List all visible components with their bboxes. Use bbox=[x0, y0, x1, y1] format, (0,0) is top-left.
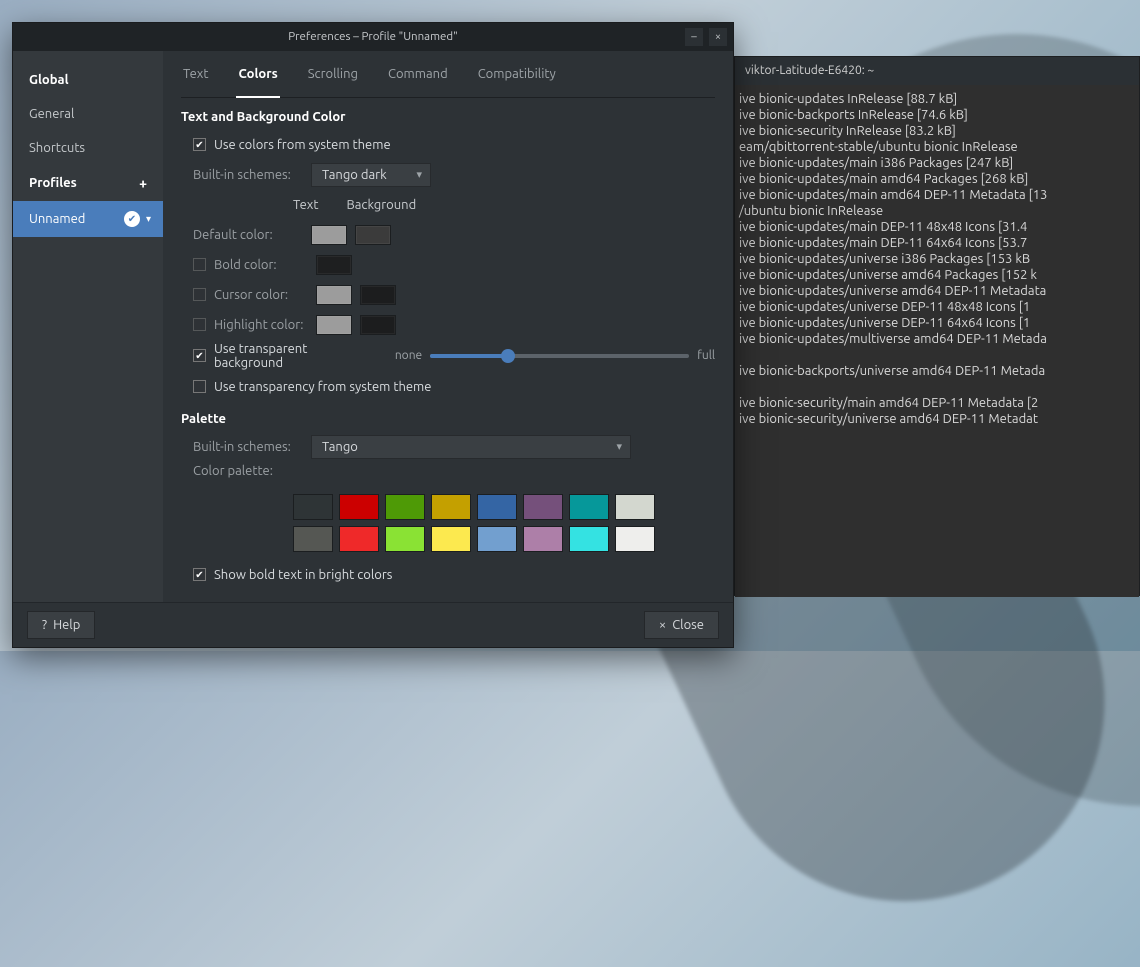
swatch-cursor-bg[interactable] bbox=[360, 285, 396, 305]
tab-bar: Text Colors Scrolling Command Compatibil… bbox=[181, 65, 715, 98]
checkbox-transparent-bg[interactable] bbox=[193, 349, 206, 362]
palette-swatch-1[interactable] bbox=[339, 494, 379, 520]
palette-swatch-5[interactable] bbox=[523, 494, 563, 520]
dialog-content: Text Colors Scrolling Command Compatibil… bbox=[163, 51, 733, 602]
palette-swatch-2[interactable] bbox=[385, 494, 425, 520]
swatch-default-bg[interactable] bbox=[355, 225, 391, 245]
palette-swatch-6[interactable] bbox=[569, 494, 609, 520]
combo-builtin-scheme[interactable]: Tango dark bbox=[311, 163, 431, 187]
label-builtin-schemes: Built-in schemes: bbox=[193, 168, 303, 182]
tab-compatibility[interactable]: Compatibility bbox=[476, 65, 558, 89]
label-cursor-color: Cursor color: bbox=[214, 288, 308, 302]
label-bold-bright: Show bold text in bright colors bbox=[214, 568, 392, 582]
col-head-text: Text bbox=[293, 198, 318, 212]
palette-swatch-12[interactable] bbox=[477, 526, 517, 552]
add-profile-button[interactable]: + bbox=[139, 175, 147, 191]
palette-swatch-7[interactable] bbox=[615, 494, 655, 520]
palette-swatch-15[interactable] bbox=[615, 526, 655, 552]
palette-swatch-10[interactable] bbox=[385, 526, 425, 552]
close-icon: × bbox=[659, 618, 666, 632]
swatch-highlight-bg[interactable] bbox=[360, 315, 396, 335]
label-palette-builtin: Built-in schemes: bbox=[193, 440, 303, 454]
tab-text[interactable]: Text bbox=[181, 65, 210, 89]
label-default-color: Default color: bbox=[193, 228, 303, 242]
label-use-system-theme: Use colors from system theme bbox=[214, 138, 391, 152]
tab-scrolling[interactable]: Scrolling bbox=[306, 65, 360, 89]
checkbox-highlight-color[interactable] bbox=[193, 318, 206, 331]
col-head-bg: Background bbox=[346, 198, 416, 212]
label-color-palette: Color palette: bbox=[193, 464, 303, 478]
check-icon: ✔ bbox=[124, 211, 140, 227]
sidebar-item-label: Unnamed bbox=[29, 212, 85, 226]
chevron-down-icon[interactable]: ▾ bbox=[146, 213, 151, 225]
preferences-dialog: Preferences – Profile "Unnamed" – × Glob… bbox=[12, 22, 734, 648]
palette-swatch-9[interactable] bbox=[339, 526, 379, 552]
sidebar-head-global: Global bbox=[13, 63, 163, 97]
close-window-button[interactable]: × bbox=[709, 28, 727, 46]
section-palette: Palette bbox=[181, 412, 715, 426]
label-bold-color: Bold color: bbox=[214, 258, 308, 272]
swatch-bold-text[interactable] bbox=[316, 255, 352, 275]
palette-grid bbox=[293, 494, 715, 552]
palette-swatch-13[interactable] bbox=[523, 526, 563, 552]
sidebar-item-profile-unnamed[interactable]: Unnamed ✔ ▾ bbox=[13, 201, 163, 237]
sidebar-head-profiles: Profiles + bbox=[13, 165, 163, 201]
label-highlight-color: Highlight color: bbox=[214, 318, 308, 332]
checkbox-bold-bright[interactable] bbox=[193, 568, 206, 581]
tab-colors[interactable]: Colors bbox=[236, 65, 279, 98]
terminal-window: viktor-Latitude-E6420: ~ ive bionic-upda… bbox=[734, 56, 1140, 596]
dialog-footer: ? Help × Close bbox=[13, 602, 733, 647]
checkbox-bold-color[interactable] bbox=[193, 258, 206, 271]
slider-min-label: none bbox=[395, 349, 422, 362]
sidebar-item-general[interactable]: General bbox=[13, 97, 163, 131]
palette-swatch-3[interactable] bbox=[431, 494, 471, 520]
palette-swatch-4[interactable] bbox=[477, 494, 517, 520]
swatch-highlight-text[interactable] bbox=[316, 315, 352, 335]
palette-swatch-0[interactable] bbox=[293, 494, 333, 520]
terminal-output: ive bionic-updates InRelease [88.7 kB] i… bbox=[735, 85, 1139, 597]
terminal-title: viktor-Latitude-E6420: ~ bbox=[735, 57, 1139, 85]
dialog-title: Preferences – Profile "Unnamed" bbox=[288, 30, 457, 43]
slider-max-label: full bbox=[697, 349, 715, 362]
combo-palette-scheme[interactable]: Tango bbox=[311, 435, 631, 459]
section-text-bg: Text and Background Color bbox=[181, 110, 715, 124]
minimize-button[interactable]: – bbox=[685, 28, 703, 46]
checkbox-use-system-theme[interactable] bbox=[193, 138, 206, 151]
label-transparency-system: Use transparency from system theme bbox=[214, 380, 431, 394]
swatch-cursor-text[interactable] bbox=[316, 285, 352, 305]
swatch-default-text[interactable] bbox=[311, 225, 347, 245]
checkbox-transparency-system[interactable] bbox=[193, 380, 206, 393]
palette-swatch-14[interactable] bbox=[569, 526, 609, 552]
sidebar-item-shortcuts[interactable]: Shortcuts bbox=[13, 131, 163, 165]
transparency-slider[interactable] bbox=[430, 354, 689, 358]
dialog-sidebar: Global General Shortcuts Profiles + Unna… bbox=[13, 51, 163, 602]
tab-command[interactable]: Command bbox=[386, 65, 450, 89]
close-button[interactable]: × Close bbox=[644, 611, 719, 639]
help-icon: ? bbox=[42, 618, 47, 632]
checkbox-cursor-color[interactable] bbox=[193, 288, 206, 301]
help-button[interactable]: ? Help bbox=[27, 611, 95, 639]
palette-swatch-11[interactable] bbox=[431, 526, 471, 552]
label-transparent-bg: Use transparent background bbox=[214, 342, 379, 370]
palette-swatch-8[interactable] bbox=[293, 526, 333, 552]
dialog-titlebar: Preferences – Profile "Unnamed" – × bbox=[13, 23, 733, 51]
